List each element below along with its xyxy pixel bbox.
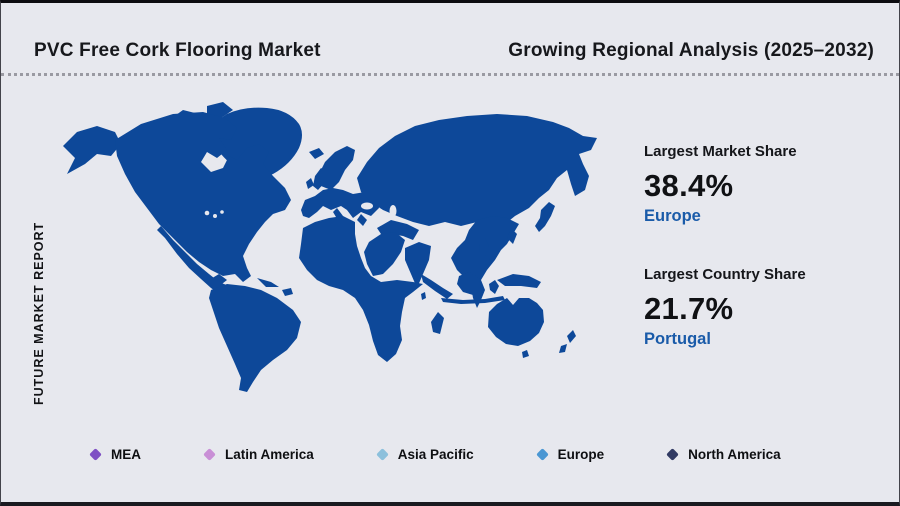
world-map bbox=[61, 98, 621, 423]
legend-marker-asia-pacific-icon bbox=[375, 448, 389, 461]
legend-label: Europe bbox=[557, 447, 605, 462]
legend-marker-mea-icon bbox=[89, 448, 102, 461]
legend-item-north-america: North America bbox=[666, 447, 781, 462]
landmass-sulawesi bbox=[489, 280, 499, 294]
world-map-land bbox=[63, 102, 597, 392]
stat-label: Largest Country Share bbox=[644, 266, 806, 283]
caspian-sea bbox=[389, 205, 397, 217]
legend-item-europe: Europe bbox=[535, 447, 605, 462]
great-lake bbox=[220, 210, 224, 214]
stat-value: 38.4% bbox=[644, 168, 734, 203]
landmass-sumatra bbox=[421, 274, 453, 299]
landmass-new-zealand bbox=[559, 330, 576, 353]
landmass-africa bbox=[299, 216, 423, 362]
legend-item-latin-america: Latin America bbox=[203, 447, 314, 462]
legend-marker-europe-icon bbox=[535, 448, 549, 461]
stat-label: Largest Market Share bbox=[644, 143, 797, 160]
legend-label: Latin America bbox=[225, 447, 314, 462]
landmass-iceland bbox=[309, 148, 324, 159]
legend-item-mea: MEA bbox=[89, 447, 141, 462]
landmass-arabia bbox=[364, 232, 405, 276]
stats-panel: Largest Market Share 38.4% Europe Larges… bbox=[644, 143, 889, 389]
stat-region: Portugal bbox=[644, 330, 711, 348]
infographic-canvas: PVC Free Cork Flooring Market Growing Re… bbox=[0, 0, 900, 506]
world-map-svg bbox=[63, 102, 597, 392]
brand-vertical-text: FUTURE MARKET REPORT bbox=[32, 221, 46, 405]
landmass-east-asia bbox=[451, 216, 519, 308]
report-title: PVC Free Cork Flooring Market bbox=[34, 40, 321, 61]
great-lake bbox=[213, 214, 217, 218]
landmass-new-guinea bbox=[497, 274, 541, 288]
legend-label: Asia Pacific bbox=[397, 447, 474, 462]
landmass-australia bbox=[488, 298, 544, 346]
landmass-madagascar bbox=[431, 312, 444, 334]
great-lake bbox=[204, 210, 210, 216]
stat-country-share: Largest Country Share 21.7% Portugal bbox=[644, 266, 889, 349]
stat-region: Europe bbox=[644, 207, 701, 225]
landmass-greece bbox=[357, 214, 367, 226]
legend-marker-north-america-icon bbox=[666, 448, 679, 461]
stat-market-share: Largest Market Share 38.4% Europe bbox=[644, 143, 889, 226]
black-sea bbox=[361, 202, 373, 210]
landmass-scandinavia bbox=[319, 146, 355, 190]
legend-marker-latin-america-icon bbox=[203, 448, 216, 461]
legend-label: North America bbox=[688, 447, 781, 462]
header: PVC Free Cork Flooring Market Growing Re… bbox=[1, 3, 899, 76]
region-legend: MEA Latin America Asia Pacific Europe No… bbox=[89, 447, 781, 462]
landmass-alaska bbox=[63, 126, 121, 174]
landmass-japan bbox=[535, 202, 555, 232]
legend-item-asia-pacific: Asia Pacific bbox=[375, 447, 474, 462]
stat-value: 21.7% bbox=[644, 291, 734, 326]
landmass-south-america bbox=[209, 284, 301, 392]
landmass-tasmania bbox=[522, 350, 529, 358]
analysis-title: Growing Regional Analysis (2025–2032) bbox=[508, 40, 874, 61]
legend-label: MEA bbox=[111, 447, 141, 462]
